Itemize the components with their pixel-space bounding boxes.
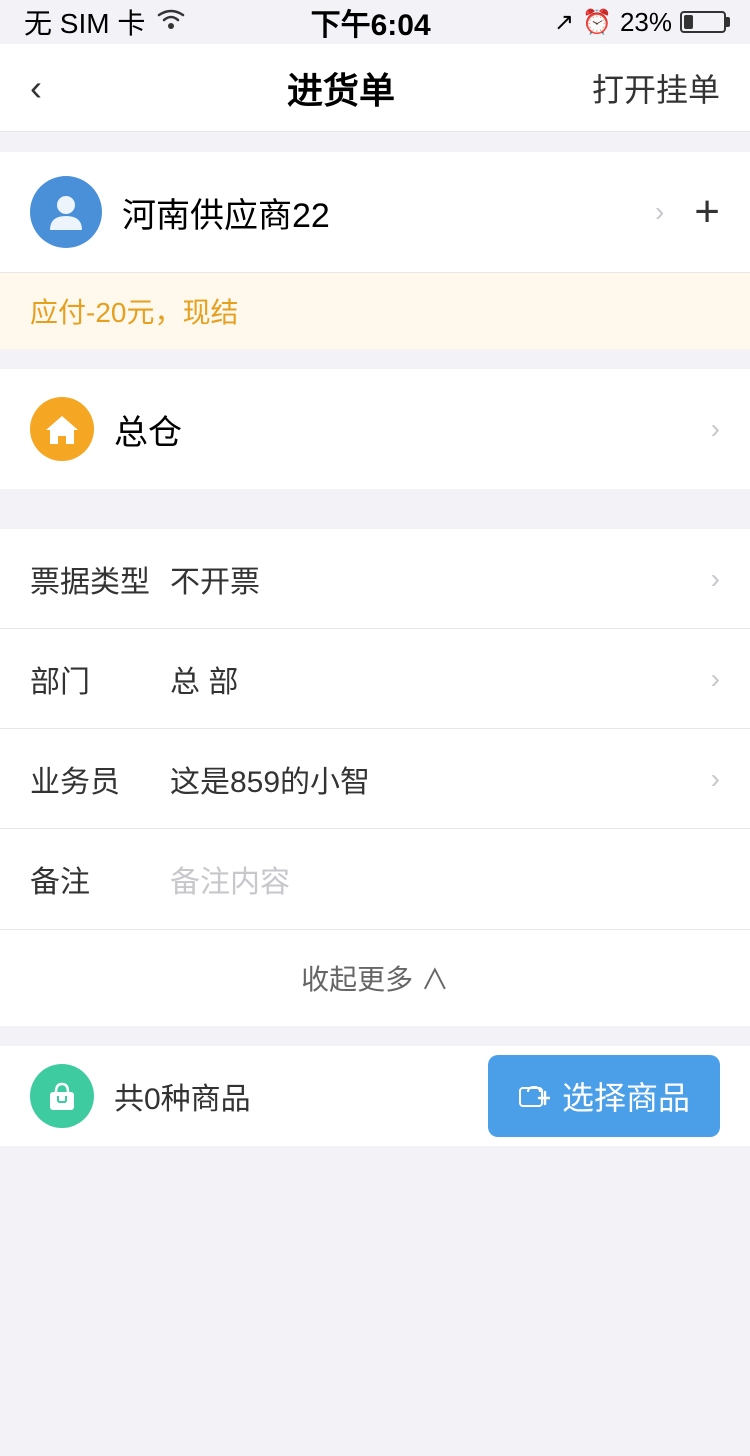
collapse-button[interactable]: 收起更多 ∧ [0,929,750,1026]
open-pending-button[interactable]: 打开挂单 [592,65,720,111]
location-icon: ↗ [554,8,574,37]
content: 河南供应商22 › + 应付-20元，现结 总仓 › 票据类型 不开票 › 部门… [0,132,750,1456]
bottom-bar: 共0种商品 选择商品 [0,1046,750,1146]
supplier-arrow-icon: › [655,196,664,228]
supplier-add-button[interactable]: + [694,190,720,234]
notice-text: 应付-20元，现结 [30,297,238,328]
product-count-label: 共0种商品 [114,1074,488,1118]
remark-row[interactable]: 备注 备注内容 [0,829,750,929]
alarm-icon: ⏰ [582,8,612,37]
empty-area [0,1146,750,1456]
collapse-label: 收起更多 ∧ [301,958,449,998]
salesperson-arrow-icon: › [711,763,720,795]
warehouse-section[interactable]: 总仓 › [0,369,750,489]
invoice-type-value: 不开票 [170,557,711,601]
warehouse-name: 总仓 [114,405,711,454]
status-time: 下午6:04 [311,0,431,44]
department-label: 部门 [30,657,170,701]
top-separator [0,132,750,152]
back-button[interactable]: ‹ [30,67,90,109]
wifi-icon [155,6,187,38]
mid-separator [0,509,750,529]
select-product-button[interactable]: 选择商品 [488,1055,720,1137]
carrier-label: 无 SIM 卡 [24,2,145,42]
battery-icon [680,11,726,33]
status-bar: 无 SIM 卡 下午6:04 ↗ ⏰ 23% [0,0,750,44]
supplier-avatar [30,176,102,248]
remark-label: 备注 [30,857,170,901]
warehouse-icon [30,397,94,461]
department-value: 总 部 [170,657,711,701]
battery-label: 23% [620,7,672,38]
department-row[interactable]: 部门 总 部 › [0,629,750,729]
form-section: 票据类型 不开票 › 部门 总 部 › 业务员 这是859的小智 › 备注 备注… [0,529,750,929]
invoice-type-arrow-icon: › [711,563,720,595]
product-icon [30,1064,94,1128]
supplier-section: 河南供应商22 › + [0,152,750,273]
supplier-name[interactable]: 河南供应商22 [122,188,655,237]
salesperson-label: 业务员 [30,757,170,801]
status-left: 无 SIM 卡 [24,2,187,42]
notice-banner: 应付-20元，现结 [0,273,750,349]
status-right: ↗ ⏰ 23% [554,7,726,38]
salesperson-value: 这是859的小智 [170,757,711,801]
nav-bar: ‹ 进货单 打开挂单 [0,44,750,132]
warehouse-arrow-icon: › [711,413,720,445]
salesperson-row[interactable]: 业务员 这是859的小智 › [0,729,750,829]
invoice-type-row[interactable]: 票据类型 不开票 › [0,529,750,629]
invoice-type-label: 票据类型 [30,557,170,601]
remark-input[interactable]: 备注内容 [170,857,720,901]
department-arrow-icon: › [711,663,720,695]
select-product-label: 选择商品 [562,1073,690,1119]
page-title: 进货单 [90,62,592,114]
